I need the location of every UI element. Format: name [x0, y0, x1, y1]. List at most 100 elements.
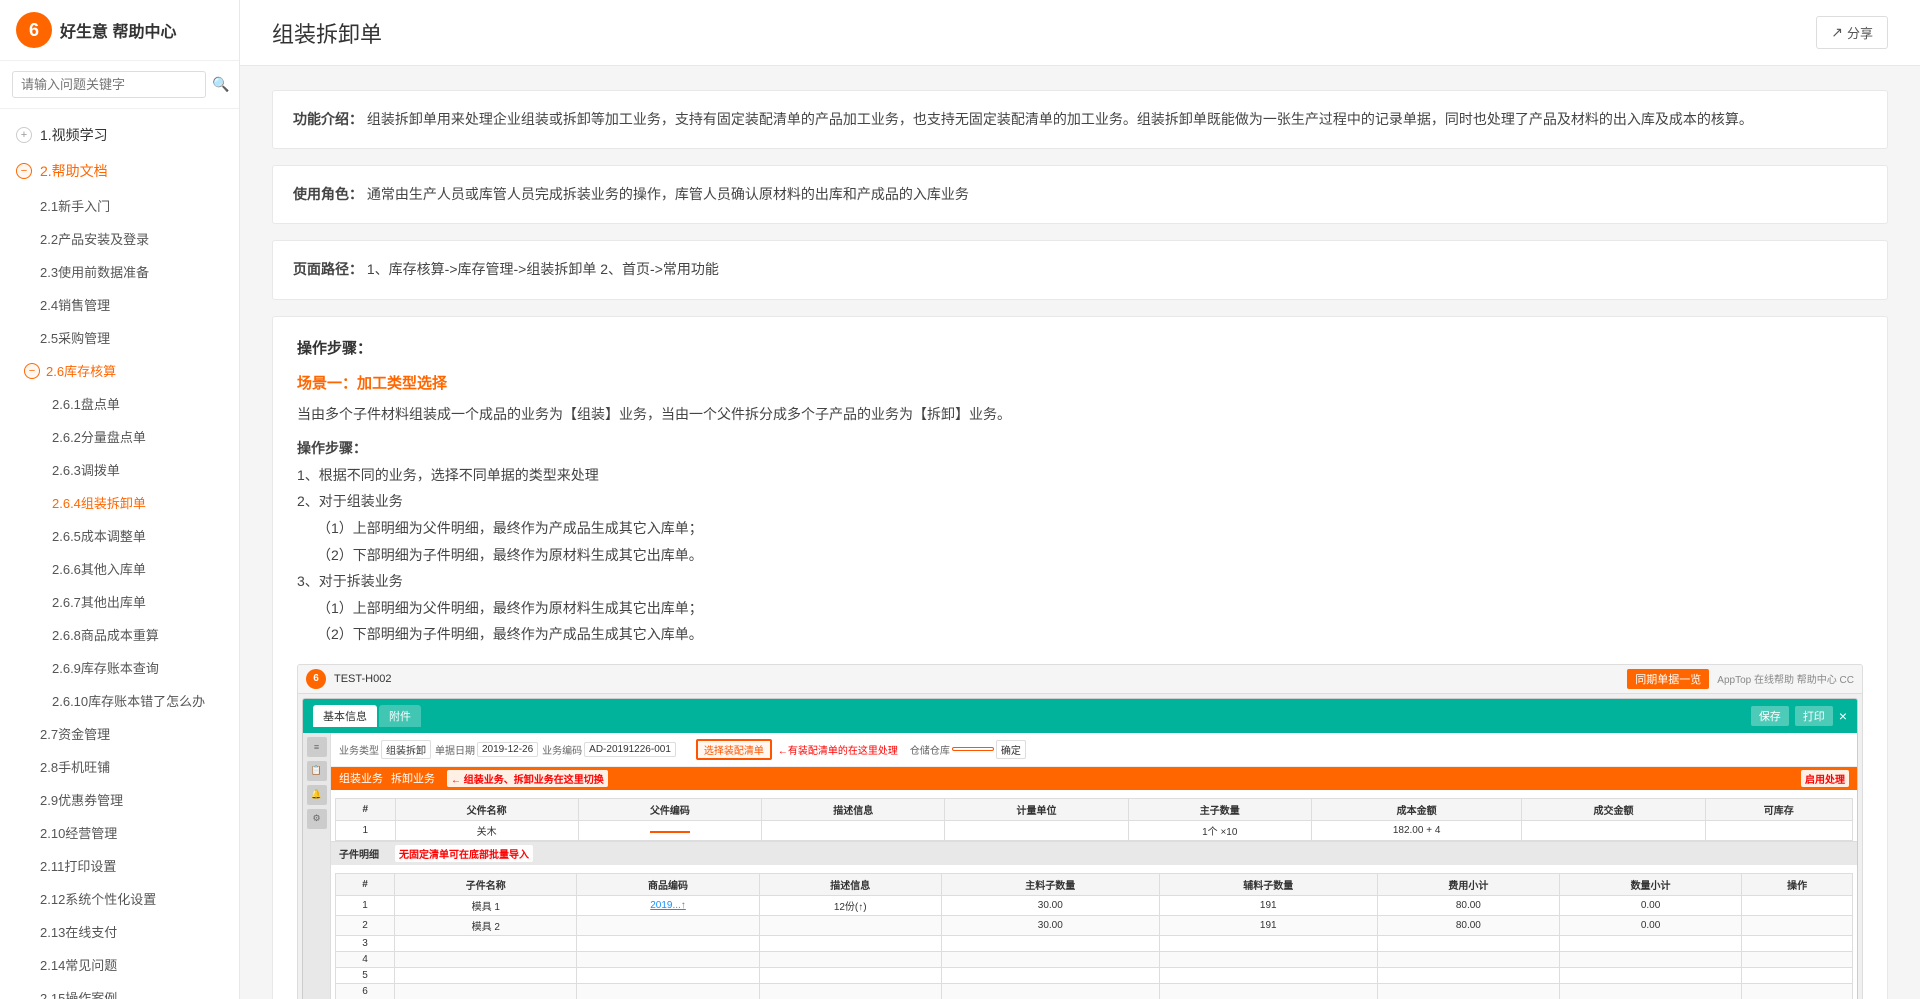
sidebar-item-mobile[interactable]: 2.8手机旺铺 [0, 750, 239, 783]
mock-td-qty: 1个 ×10 [1128, 820, 1311, 840]
sidebar-item-newbie[interactable]: 2.1新手入门 [0, 189, 239, 222]
sidebar-item-cases[interactable]: 2.15操作案例 [0, 981, 239, 999]
step2-sub2: （2）下部明细为子件明细，最终作为原材料生成其它出库单。 [297, 542, 1863, 569]
table-row: 1 模具 1 2019...↑ 12份(↑) 30.00 191 80.00 0… [336, 895, 1853, 915]
sidebar-item-finance[interactable]: 2.7资金管理 [0, 717, 239, 750]
mock-enable-annotation: 启用处理 [1801, 770, 1849, 787]
steps-sub-title: 操作步骤： [297, 435, 1863, 462]
sidebar-item-ledger-error[interactable]: 2.6.10库存账本错了怎么办 [0, 684, 239, 717]
step3-sub2: （2）下部明细为子件明细，最终作为产成品生成其它入库单。 [297, 621, 1863, 648]
sidebar-header: 6 好生意 帮助中心 [0, 0, 239, 61]
expand-icon: + [16, 127, 32, 143]
mock-modal: 基本信息 附件 保存 打印 × ≡ 📋 [302, 698, 1858, 999]
sidebar-item-cost-recalc[interactable]: 2.6.8商品成本重算 [0, 618, 239, 651]
mock-td-parent-code [578, 820, 761, 840]
mock-th-parent-code: 父件编码 [578, 798, 761, 820]
mock-warehouse-val[interactable] [952, 747, 994, 751]
mock-print-btn[interactable]: 打印 [1795, 706, 1833, 726]
sidebar-item-inventory[interactable]: − 2.6库存核算 [0, 354, 239, 387]
table-row: 6 [336, 983, 1853, 999]
mock-window-actions: 保存 打印 × [1751, 706, 1847, 726]
sidebar-item-coupon[interactable]: 2.9优惠券管理 [0, 783, 239, 816]
sidebar-item-customize[interactable]: 2.12系统个性化设置 [0, 882, 239, 915]
mock-icons: AppTop 在线帮助 帮助中心 CC [1717, 671, 1854, 686]
intro-block: 功能介绍： 组装拆卸单用来处理企业组装或拆卸等加工业务，支持有固定装配清单的产品… [272, 90, 1888, 149]
role-block: 使用角色： 通常由生产人员或库管人员完成拆装业务的操作，库管人员确认原材料的出库… [272, 165, 1888, 224]
sidebar-item-video[interactable]: + 1.视频学习 [0, 117, 239, 153]
mock-cth-qty-sub: 数量小计 [1559, 873, 1741, 895]
mock-icon-2[interactable]: 📋 [307, 761, 327, 781]
sidebar-item-stocktake[interactable]: 2.6.1盘点单 [0, 387, 239, 420]
sidebar-item-install[interactable]: 2.2产品安装及登录 [0, 222, 239, 255]
mock-type-switch-row: 组装业务 拆卸业务 ← 组装业务、拆卸业务在这里切换 启用处理 [331, 767, 1857, 790]
path-text: 1、库存核算->库存管理->组装拆卸单 2、首页->常用功能 [367, 261, 719, 277]
main-content: 功能介绍： 组装拆卸单用来处理企业组装或拆卸等加工业务，支持有固定装配清单的产品… [240, 66, 1920, 999]
mock-ctd-name: 模具 1 [395, 895, 577, 915]
sidebar-item-other-inbound[interactable]: 2.6.6其他入库单 [0, 552, 239, 585]
mock-cth-code: 商品编码 [577, 873, 759, 895]
search-box: 🔍 [0, 61, 239, 109]
mock-ctd2-code [577, 915, 759, 935]
sidebar: 6 好生意 帮助中心 🔍 + 1.视频学习 − 2.帮助文档 2.1新手入门 2… [0, 0, 240, 999]
mock-bom-annotation: ←有装配清单的在这里处理 [778, 742, 898, 757]
sidebar-item-ops[interactable]: 2.10经营管理 [0, 816, 239, 849]
mock-cth-unit-qty: 主料子数量 [941, 873, 1159, 895]
mock-icon-1[interactable]: ≡ [307, 737, 327, 757]
sidebar-item-partial-stocktake[interactable]: 2.6.2分量盘点单 [0, 420, 239, 453]
collapse-icon: − [16, 163, 32, 179]
mock-tab-attachment[interactable]: 附件 [379, 705, 421, 727]
mock-bulk-import-annotation: 无固定清单可在底部批量导入 [395, 845, 533, 862]
mock-ctd-op [1742, 895, 1853, 915]
mock-save-btn[interactable]: 保存 [1751, 706, 1789, 726]
sidebar-item-faq[interactable]: 2.14常见问题 [0, 948, 239, 981]
sidebar-item-payment[interactable]: 2.13在线支付 [0, 915, 239, 948]
mock-date-label: 单据日期 [435, 742, 475, 757]
main-header: 组装拆卸单 ↗ 分享 [240, 0, 1920, 66]
mock-ctd2-qty: 0.00 [1559, 915, 1741, 935]
mock-icon-4[interactable]: ⚙ [307, 809, 327, 829]
mock-code-val: AD-20191226-001 [584, 742, 676, 757]
sidebar-item-sales[interactable]: 2.4销售管理 [0, 288, 239, 321]
sidebar-item-ledger-query[interactable]: 2.6.9库存账本查询 [0, 651, 239, 684]
mock-icon-3[interactable]: 🔔 [307, 785, 327, 805]
mock-child-table: # 子件名称 商品编码 描述信息 主料子数量 辅料子数量 费用小计 数量小计 [335, 873, 1853, 999]
mock-type-val: 组装拆卸 [381, 740, 431, 759]
mock-cth-name: 子件名称 [395, 873, 577, 895]
sidebar-item-docs[interactable]: − 2.帮助文档 [0, 153, 239, 189]
app-title: 好生意 帮助中心 [60, 18, 176, 42]
mock-close-btn[interactable]: × [1839, 708, 1847, 724]
mock-warehouse-label: 仓储仓库 [910, 742, 950, 757]
mock-app-bar: 6 TEST-H002 同期单据一览 AppTop 在线帮助 帮助中心 CC [298, 665, 1862, 694]
mock-parent-table-area: # 父件名称 父件编码 描述信息 计量单位 主子数量 成本金额 成交金额 [331, 798, 1857, 841]
sidebar-item-transfer[interactable]: 2.6.3调拨单 [0, 453, 239, 486]
sidebar-item-prepare[interactable]: 2.3使用前数据准备 [0, 255, 239, 288]
mock-app-id: TEST-H002 [334, 673, 391, 685]
sidebar-item-assembly[interactable]: 2.6.4组装拆卸单 [0, 486, 239, 519]
mock-th-parent-name: 父件名称 [395, 798, 578, 820]
mock-logo: 6 [306, 669, 326, 689]
mock-td-desc [762, 820, 945, 840]
mock-td-num: 1 [336, 820, 396, 840]
main-area: 组装拆卸单 ↗ 分享 功能介绍： 组装拆卸单用来处理企业组装或拆卸等加工业务，支… [240, 0, 1920, 999]
table-row: 1 关木 1个 ×10 182.00 + 4 [336, 820, 1853, 840]
mock-new-btn[interactable]: 同期单据一览 [1627, 669, 1709, 689]
sidebar-item-print[interactable]: 2.11打印设置 [0, 849, 239, 882]
search-input[interactable] [12, 71, 206, 98]
sidebar-item-purchase[interactable]: 2.5采购管理 [0, 321, 239, 354]
mock-bom-btn[interactable]: 选择装配清单 [696, 739, 772, 760]
search-icon[interactable]: 🔍 [212, 76, 229, 93]
mock-ctd-main-qty: 30.00 [941, 895, 1159, 915]
share-button[interactable]: ↗ 分享 [1816, 16, 1888, 49]
mock-td-cost: 182.00 + 4 [1311, 820, 1521, 840]
mock-child-section-label: 子件明细 [339, 846, 379, 861]
mock-tab-basic[interactable]: 基本信息 [313, 705, 377, 727]
role-text: 通常由生产人员或库管人员完成拆装业务的操作，库管人员确认原材料的出库和产成品的入… [367, 186, 969, 202]
mock-disassembly-tab[interactable]: 拆卸业务 [391, 770, 435, 786]
mock-confirm-btn[interactable]: 确定 [996, 740, 1026, 759]
sidebar-item-other-outbound[interactable]: 2.6.7其他出库单 [0, 585, 239, 618]
mock-cth-num: # [336, 873, 395, 895]
mock-ctd2-op [1742, 915, 1853, 935]
mock-th-qty: 主子数量 [1128, 798, 1311, 820]
mock-assembly-tab[interactable]: 组装业务 [339, 770, 383, 786]
sidebar-item-cost-adjust[interactable]: 2.6.5成本调整单 [0, 519, 239, 552]
